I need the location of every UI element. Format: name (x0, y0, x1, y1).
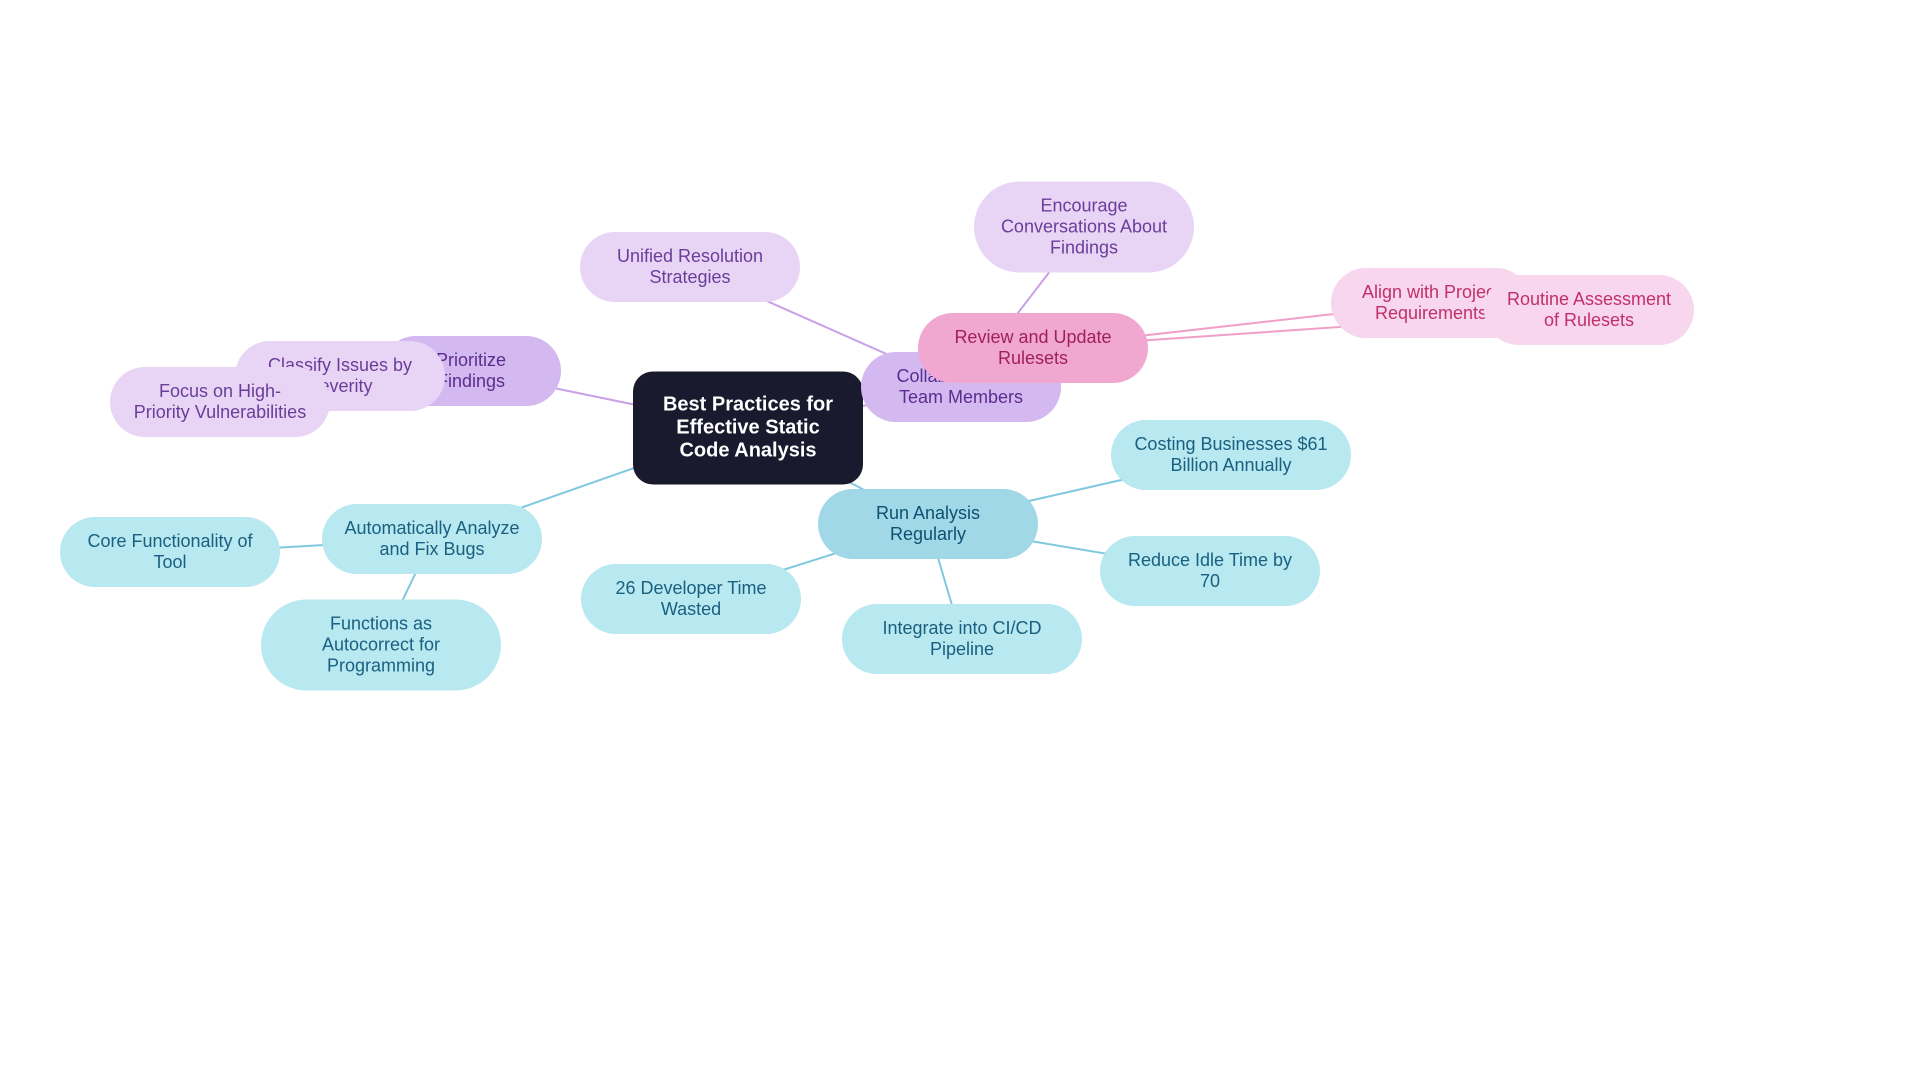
review-rulesets-node: Review and Update Rulesets (918, 313, 1148, 383)
routine-assessment-node: Routine Assessment of Rulesets (1484, 275, 1694, 345)
reduce-idle-time-node: Reduce Idle Time by 70 (1100, 536, 1320, 606)
analyze-fix-bugs-node: Automatically Analyze and Fix Bugs (322, 504, 542, 574)
developer-time-wasted-node: 26 Developer Time Wasted (581, 564, 801, 634)
mindmap-canvas: Best Practices for Effective Static Code… (0, 0, 1920, 1083)
unified-resolution-node: Unified Resolution Strategies (580, 232, 800, 302)
focus-vulnerabilities-node: Focus on High-Priority Vulnerabilities (110, 367, 330, 437)
integrate-cicd-node: Integrate into CI/CD Pipeline (842, 604, 1082, 674)
functions-autocorrect-node: Functions as Autocorrect for Programming (261, 600, 501, 691)
costing-businesses-node: Costing Businesses $61 Billion Annually (1111, 420, 1351, 490)
run-analysis-node: Run Analysis Regularly (818, 489, 1038, 559)
core-functionality-node: Core Functionality of Tool (60, 517, 280, 587)
encourage-conversations-node: Encourage Conversations About Findings (974, 182, 1194, 273)
center-node: Best Practices for Effective Static Code… (633, 372, 863, 485)
